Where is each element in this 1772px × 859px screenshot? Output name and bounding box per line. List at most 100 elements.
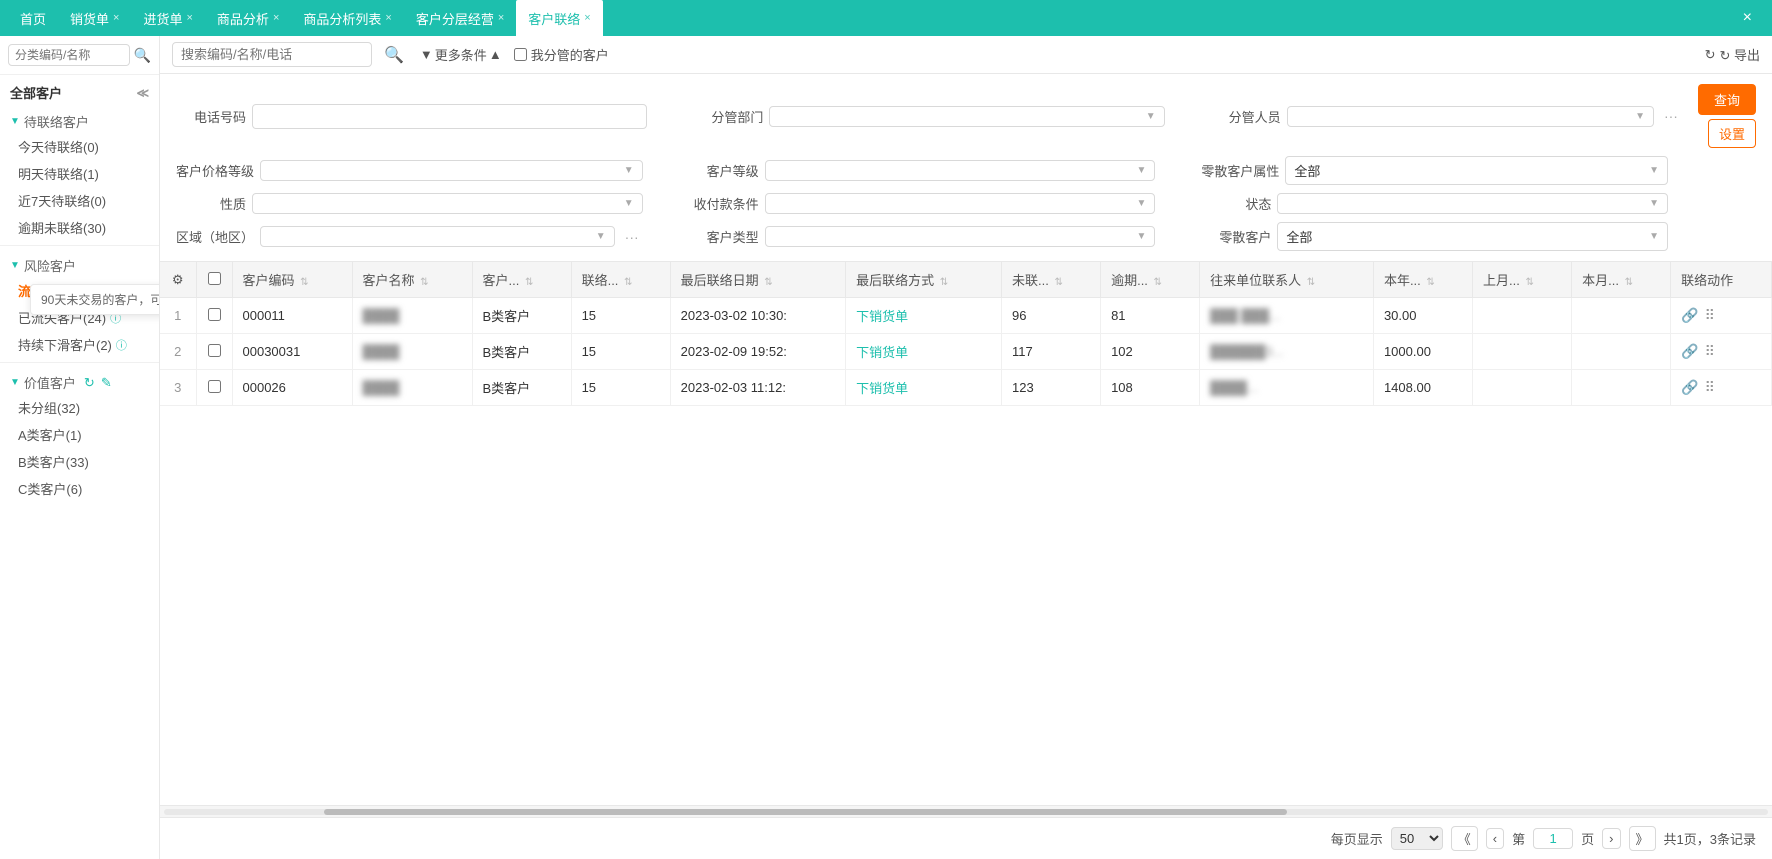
nav-tab-purchase[interactable]: 进货单 ×	[131, 0, 204, 36]
filter-price-tier-select[interactable]: ▼	[260, 160, 643, 181]
sidebar-item-ungrouped[interactable]: 未分组(32)	[0, 394, 159, 421]
col-last-method[interactable]: 最后联络方式 ⇅	[846, 262, 1002, 298]
advanced-filter-panel: 电话号码 分管部门 ▼ 分管人员 ▼	[160, 74, 1772, 262]
edit-icon[interactable]: ✎	[101, 375, 112, 391]
sidebar-group-value[interactable]: ▼ 价值客户 ↻ ✎	[0, 367, 159, 394]
sidebar-search-input[interactable]	[8, 44, 130, 66]
page-number-input[interactable]	[1533, 828, 1573, 849]
col-checkbox[interactable]	[196, 262, 232, 298]
col-name[interactable]: 客户名称 ⇅	[352, 262, 472, 298]
sidebar-item-declining[interactable]: 持续下滑客户(2) ⓘ	[0, 331, 159, 358]
filter-retail-attr-select[interactable]: 全部 ▼	[1285, 156, 1668, 185]
contact-link-icon[interactable]: 🔗	[1681, 343, 1698, 360]
row-checkbox-cell[interactable]	[196, 298, 232, 334]
row-checkbox[interactable]	[208, 308, 221, 321]
main-search-input[interactable]	[172, 42, 372, 67]
export-button[interactable]: ↻ ↻ 导出	[1705, 45, 1760, 64]
col-contact2[interactable]: 往来单位联系人 ⇅	[1200, 262, 1374, 298]
close-icon[interactable]: ×	[498, 12, 504, 24]
nav-tab-analysis[interactable]: 商品分析 ×	[205, 0, 291, 36]
col-type[interactable]: 客户... ⇅	[472, 262, 571, 298]
row-checkbox[interactable]	[208, 344, 221, 357]
col-contact-num[interactable]: 联络... ⇅	[571, 262, 670, 298]
more-options-icon[interactable]: ···	[621, 229, 643, 245]
nav-tab-customer-tier[interactable]: 客户分层经营 ×	[404, 0, 516, 36]
col-this-year[interactable]: 本年... ⇅	[1373, 262, 1472, 298]
select-all-checkbox[interactable]	[208, 272, 221, 285]
sidebar-group-pending[interactable]: ▼ 待联络客户	[0, 106, 159, 133]
filter-payment-select[interactable]: ▼	[765, 193, 1156, 214]
chevron-down-icon: ▼	[1136, 231, 1146, 242]
all-customers-header[interactable]: 全部客户 ≪	[0, 75, 159, 106]
next-page-button[interactable]: ›	[1602, 828, 1620, 849]
more-actions-icon[interactable]: ⠿	[1705, 307, 1715, 324]
close-icon[interactable]: ×	[584, 12, 590, 24]
main-search-button[interactable]: 🔍	[380, 45, 408, 65]
query-button[interactable]: 查询	[1698, 84, 1756, 115]
filter-settings-button[interactable]: 设置	[1708, 119, 1756, 148]
more-conditions-button[interactable]: ▼ 更多条件 ▲	[416, 45, 506, 64]
sort-icon: ⇅	[1525, 277, 1533, 288]
nav-tab-analysis-list[interactable]: 商品分析列表 ×	[291, 0, 403, 36]
chevron-down-icon: ▼	[596, 231, 606, 242]
more-options-icon[interactable]: ···	[1660, 108, 1682, 124]
row-checkbox[interactable]	[208, 380, 221, 393]
prev-page-button[interactable]: ‹	[1486, 828, 1504, 849]
my-customers-checkbox-label[interactable]: 我分管的客户	[514, 45, 609, 64]
nav-tab-sales[interactable]: 销货单 ×	[58, 0, 131, 36]
settings-gear-icon[interactable]: ⚙	[172, 272, 184, 287]
col-uncontacted[interactable]: 未联... ⇅	[1002, 262, 1101, 298]
nav-tab-customer-contact[interactable]: 客户联络 ×	[516, 0, 602, 36]
more-actions-icon[interactable]: ⠿	[1705, 343, 1715, 360]
row-checkbox-cell[interactable]	[196, 334, 232, 370]
close-icon[interactable]: ×	[113, 12, 119, 24]
contact-link-icon[interactable]: 🔗	[1681, 379, 1698, 396]
sidebar-item-class-a[interactable]: A类客户(1)	[0, 421, 159, 448]
col-code[interactable]: 客户编码 ⇅	[232, 262, 352, 298]
row-checkbox-cell[interactable]	[196, 370, 232, 406]
close-icon[interactable]: ×	[273, 12, 279, 24]
filter-phone-input[interactable]	[252, 104, 647, 129]
filter-dept-select[interactable]: ▼	[769, 106, 1164, 127]
filter-customer-type-select[interactable]: ▼	[765, 226, 1156, 247]
close-all-button[interactable]: ×	[1731, 9, 1764, 27]
my-customers-checkbox[interactable]	[514, 48, 527, 61]
filter-retail-select[interactable]: 全部 ▼	[1277, 222, 1668, 251]
filter-manager-select[interactable]: ▼	[1287, 106, 1654, 127]
filter-region-select[interactable]: ▼	[260, 226, 615, 247]
collapse-icon[interactable]: ≪	[136, 86, 149, 100]
scrollbar-thumb[interactable]	[324, 809, 1286, 815]
first-page-button[interactable]: 《	[1451, 826, 1478, 851]
filter-customer-tier-select[interactable]: ▼	[765, 160, 1156, 181]
col-last-date[interactable]: 最后联络日期 ⇅	[670, 262, 845, 298]
sidebar-item-today-pending[interactable]: 今天待联络(0)	[0, 133, 159, 160]
more-actions-icon[interactable]: ⠿	[1705, 379, 1715, 396]
row-last-method[interactable]: 下销货单	[846, 370, 1002, 406]
close-icon[interactable]: ×	[385, 12, 391, 24]
sidebar-item-class-c[interactable]: C类客户(6)	[0, 475, 159, 502]
col-overdue[interactable]: 逾期... ⇅	[1101, 262, 1200, 298]
last-method-link[interactable]: 下销货单	[856, 381, 908, 396]
sidebar-item-class-b[interactable]: B类客户(33)	[0, 448, 159, 475]
sidebar-item-7days-pending[interactable]: 近7天待联络(0)	[0, 187, 159, 214]
col-this-month[interactable]: 本月... ⇅	[1572, 262, 1671, 298]
sidebar-group-risk[interactable]: ▼ 风险客户	[0, 250, 159, 277]
row-last-method[interactable]: 下销货单	[846, 298, 1002, 334]
row-last-method[interactable]: 下销货单	[846, 334, 1002, 370]
nav-tab-home[interactable]: 首页	[8, 0, 58, 36]
filter-nature-select[interactable]: ▼	[252, 193, 643, 214]
sidebar-item-overdue-pending[interactable]: 逾期未联络(30)	[0, 214, 159, 241]
sidebar-item-tomorrow-pending[interactable]: 明天待联络(1)	[0, 160, 159, 187]
col-last-month[interactable]: 上月... ⇅	[1473, 262, 1572, 298]
last-method-link[interactable]: 下销货单	[856, 345, 908, 360]
filter-customer-type-label: 客户类型	[689, 227, 759, 246]
last-page-button[interactable]: 》	[1629, 826, 1656, 851]
refresh-icon[interactable]: ↻	[84, 375, 95, 391]
last-method-link[interactable]: 下销货单	[856, 309, 908, 324]
filter-status-select[interactable]: ▼	[1277, 193, 1668, 214]
col-settings[interactable]: ⚙	[160, 262, 196, 298]
horizontal-scrollbar[interactable]	[160, 805, 1772, 817]
close-icon[interactable]: ×	[186, 12, 192, 24]
contact-link-icon[interactable]: 🔗	[1681, 307, 1698, 324]
per-page-select[interactable]: 50 100	[1391, 827, 1443, 850]
